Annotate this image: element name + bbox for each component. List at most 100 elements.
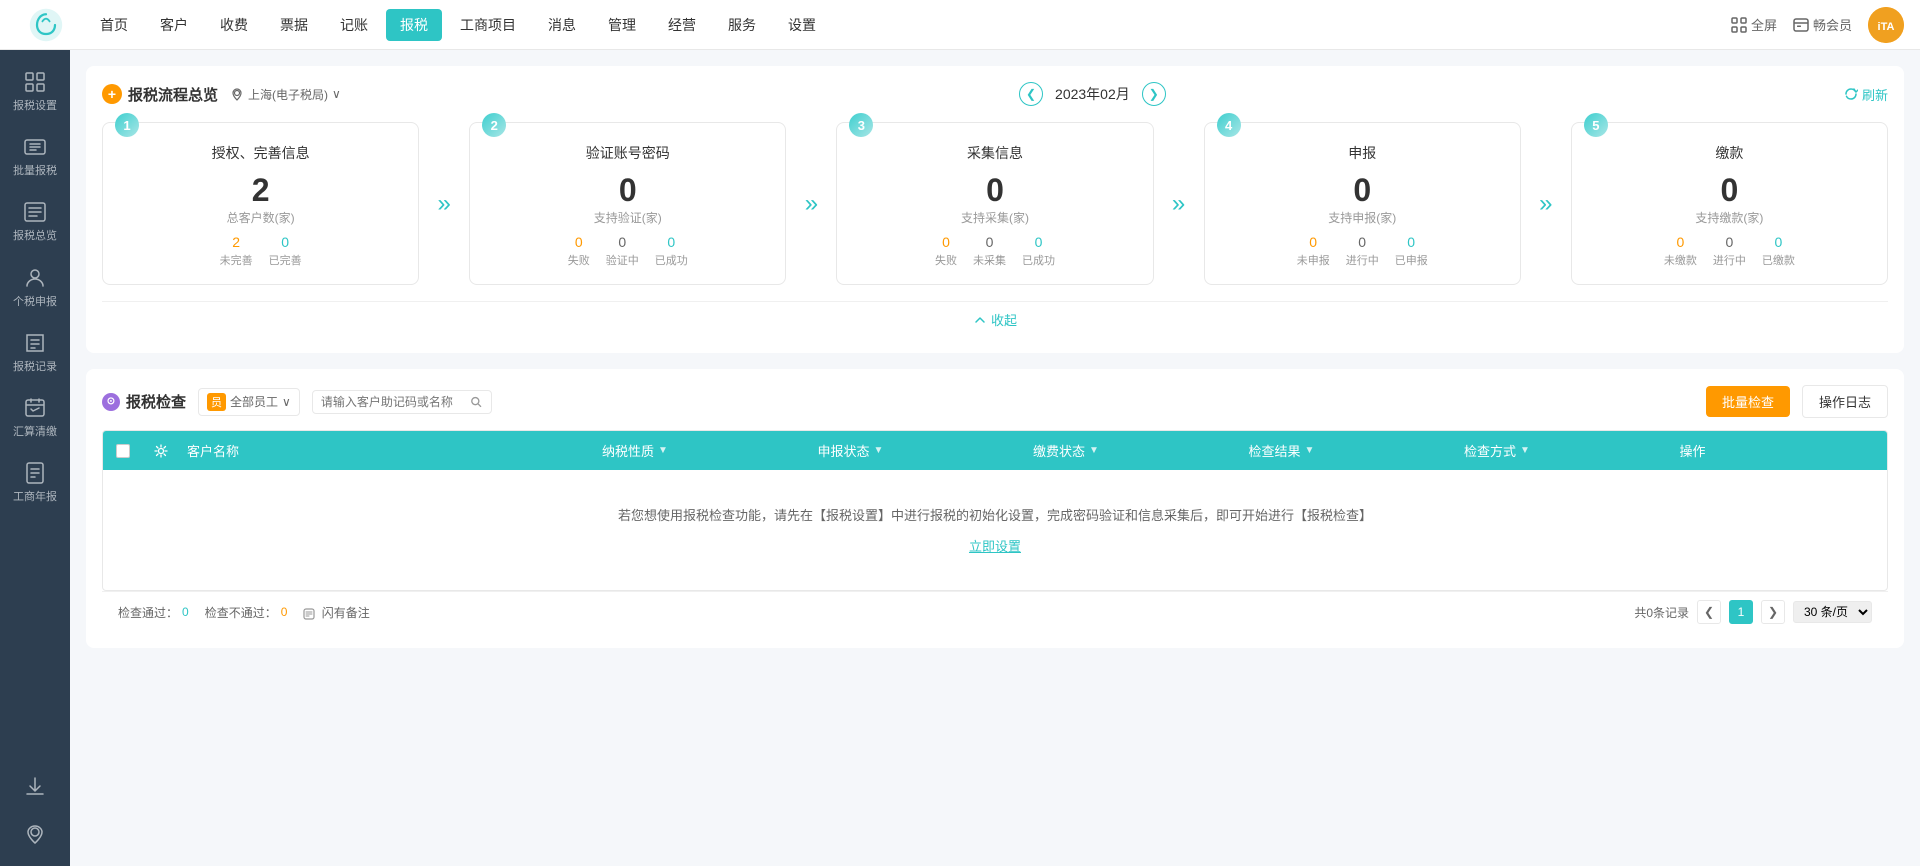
tax-check-title: ⊙ 报税检查 bbox=[102, 391, 186, 412]
step-3-count: 0 bbox=[853, 171, 1136, 209]
sidebar-item-location[interactable] bbox=[17, 810, 53, 858]
staff-chevron-icon: ∨ bbox=[282, 395, 291, 409]
location-text: 上海(电子税局) bbox=[248, 86, 328, 103]
operation-log-button[interactable]: 操作日志 bbox=[1802, 385, 1888, 418]
th-check-result[interactable]: 检查结果 ▼ bbox=[1241, 431, 1457, 470]
filter-icon-5: ▼ bbox=[1520, 445, 1530, 456]
fail-count[interactable]: 0 bbox=[281, 605, 288, 619]
collapse-label: 收起 bbox=[991, 310, 1017, 329]
arrow-icon-3: » bbox=[1172, 190, 1185, 218]
sidebar-item-batch-tax[interactable]: 批量报税 bbox=[0, 123, 70, 188]
step-5-stat-0[interactable]: 0 未缴款 bbox=[1664, 234, 1697, 268]
nav-home[interactable]: 首页 bbox=[86, 9, 142, 41]
member-button[interactable]: 畅会员 bbox=[1793, 15, 1852, 34]
step-connector-4: » bbox=[1521, 122, 1571, 285]
avatar[interactable]: iTA bbox=[1868, 7, 1904, 43]
arrow-icon-2: » bbox=[805, 190, 818, 218]
sidebar-item-download[interactable] bbox=[17, 762, 53, 810]
tax-check-title-text: 报税检查 bbox=[126, 391, 186, 412]
nav-account[interactable]: 记账 bbox=[326, 9, 382, 41]
filter-icon-4: ▼ bbox=[1305, 445, 1315, 456]
annual-report-icon bbox=[21, 459, 49, 487]
batch-check-button[interactable]: 批量检查 bbox=[1706, 386, 1790, 417]
pass-count[interactable]: 0 bbox=[182, 605, 189, 619]
step-2-stat-0[interactable]: 0 失败 bbox=[568, 234, 590, 268]
step-5-title: 缴款 bbox=[1588, 143, 1871, 163]
th-setting[interactable] bbox=[143, 431, 179, 470]
step-5-count: 0 bbox=[1588, 171, 1871, 209]
step-3-stat-0[interactable]: 0 失败 bbox=[935, 234, 957, 268]
step-4-stat-1[interactable]: 0 进行中 bbox=[1346, 234, 1379, 268]
sidebar-item-tax-record[interactable]: 报税记录 bbox=[0, 319, 70, 384]
th-pay-status[interactable]: 缴费状态 ▼ bbox=[1025, 431, 1241, 470]
search-icon[interactable] bbox=[470, 395, 482, 409]
step-3-title: 采集信息 bbox=[853, 143, 1136, 163]
note-icon bbox=[303, 608, 315, 620]
step-5-stat-1-num: 0 bbox=[1726, 234, 1734, 250]
tax-check-icon: ⊙ bbox=[102, 393, 120, 411]
step-4-stat-0[interactable]: 0 未申报 bbox=[1297, 234, 1330, 268]
first-page-button[interactable]: ❮ bbox=[1697, 600, 1721, 624]
search-input[interactable] bbox=[321, 395, 465, 409]
per-page-select[interactable]: 30 条/页 bbox=[1793, 601, 1872, 623]
table-header: 客户名称 纳税性质 ▼ 申报状态 ▼ 缴费状态 ▼ 检查 bbox=[103, 431, 1887, 470]
sidebar-item-personal-tax[interactable]: 个税申报 bbox=[0, 254, 70, 319]
fullscreen-button[interactable]: 全屏 bbox=[1731, 15, 1777, 34]
sidebar-item-annual-report[interactable]: 工商年报 bbox=[0, 449, 70, 514]
step-1-num: 1 bbox=[115, 113, 139, 137]
sidebar-item-tax-settings[interactable]: 报税设置 bbox=[0, 58, 70, 123]
step-5-stat-1[interactable]: 0 进行中 bbox=[1713, 234, 1746, 268]
member-icon bbox=[1793, 17, 1809, 33]
step-2-subtitle: 支持验证(家) bbox=[486, 209, 769, 226]
nav-service[interactable]: 服务 bbox=[714, 9, 770, 41]
next-month-button[interactable]: ❯ bbox=[1142, 82, 1166, 106]
fullscreen-icon bbox=[1731, 17, 1747, 33]
tax-overview-icon bbox=[21, 198, 49, 226]
th-check-method[interactable]: 检查方式 ▼ bbox=[1456, 431, 1672, 470]
sidebar-label-annual-report: 工商年报 bbox=[13, 491, 57, 504]
step-3-stat-1[interactable]: 0 未采集 bbox=[973, 234, 1006, 268]
refresh-button[interactable]: 刷新 bbox=[1844, 85, 1888, 104]
nav-operate[interactable]: 经营 bbox=[654, 9, 710, 41]
next-page-button[interactable]: ❯ bbox=[1761, 600, 1785, 624]
nav-settings[interactable]: 设置 bbox=[774, 9, 830, 41]
step-4-stats: 0 未申报 0 进行中 0 已申报 bbox=[1221, 234, 1504, 268]
prev-month-button[interactable]: ❮ bbox=[1019, 82, 1043, 106]
setup-link[interactable]: 立即设置 bbox=[969, 536, 1021, 555]
staff-select[interactable]: 员 全部员工 ∨ bbox=[198, 388, 300, 416]
current-page[interactable]: 1 bbox=[1729, 600, 1753, 624]
nav-message[interactable]: 消息 bbox=[534, 9, 590, 41]
sidebar-item-annual-settlement[interactable]: 汇算清缴 bbox=[0, 384, 70, 449]
nav-tax[interactable]: 报税 bbox=[386, 9, 442, 41]
step-5-stats: 0 未缴款 0 进行中 0 已缴款 bbox=[1588, 234, 1871, 268]
step-2-stat-1[interactable]: 0 验证中 bbox=[606, 234, 639, 268]
sidebar-item-tax-overview[interactable]: 报税总览 bbox=[0, 188, 70, 253]
header-checkbox[interactable] bbox=[116, 444, 130, 458]
nav-biz[interactable]: 工商项目 bbox=[446, 9, 530, 41]
step-2-count: 0 bbox=[486, 171, 769, 209]
nav-manage[interactable]: 管理 bbox=[594, 9, 650, 41]
step-2-stat-2[interactable]: 0 已成功 bbox=[655, 234, 688, 268]
nav-client[interactable]: 客户 bbox=[146, 9, 202, 41]
sidebar-label-batch-tax: 批量报税 bbox=[13, 165, 57, 178]
th-checkbox[interactable] bbox=[103, 431, 143, 470]
nav-bill[interactable]: 票据 bbox=[266, 9, 322, 41]
step-connector-2: » bbox=[786, 122, 836, 285]
footer-stats: 检查通过： 0 检查不通过： 0 bbox=[118, 604, 287, 621]
nav-fee[interactable]: 收费 bbox=[206, 9, 262, 41]
fail-label: 检查不通过： bbox=[205, 604, 277, 621]
th-declare-status[interactable]: 申报状态 ▼ bbox=[810, 431, 1026, 470]
step-1-stat-0[interactable]: 2 未完善 bbox=[220, 234, 253, 268]
collapse-button[interactable]: 收起 bbox=[102, 302, 1888, 337]
step-4-stat-2[interactable]: 0 已申报 bbox=[1395, 234, 1428, 268]
step-3-stat-2[interactable]: 0 已成功 bbox=[1022, 234, 1055, 268]
step-4-stat-2-label: 已申报 bbox=[1395, 252, 1428, 268]
step-1-stat-1[interactable]: 0 已完善 bbox=[269, 234, 302, 268]
step-5-stat-1-label: 进行中 bbox=[1713, 252, 1746, 268]
th-tax-type[interactable]: 纳税性质 ▼ bbox=[594, 431, 810, 470]
month-display: 2023年02月 bbox=[1055, 84, 1130, 104]
location-badge[interactable]: 上海(电子税局) ∨ bbox=[230, 86, 341, 103]
refresh-icon bbox=[1844, 87, 1858, 101]
step-5-stat-2[interactable]: 0 已缴款 bbox=[1762, 234, 1795, 268]
step-4-stat-0-num: 0 bbox=[1309, 234, 1317, 250]
